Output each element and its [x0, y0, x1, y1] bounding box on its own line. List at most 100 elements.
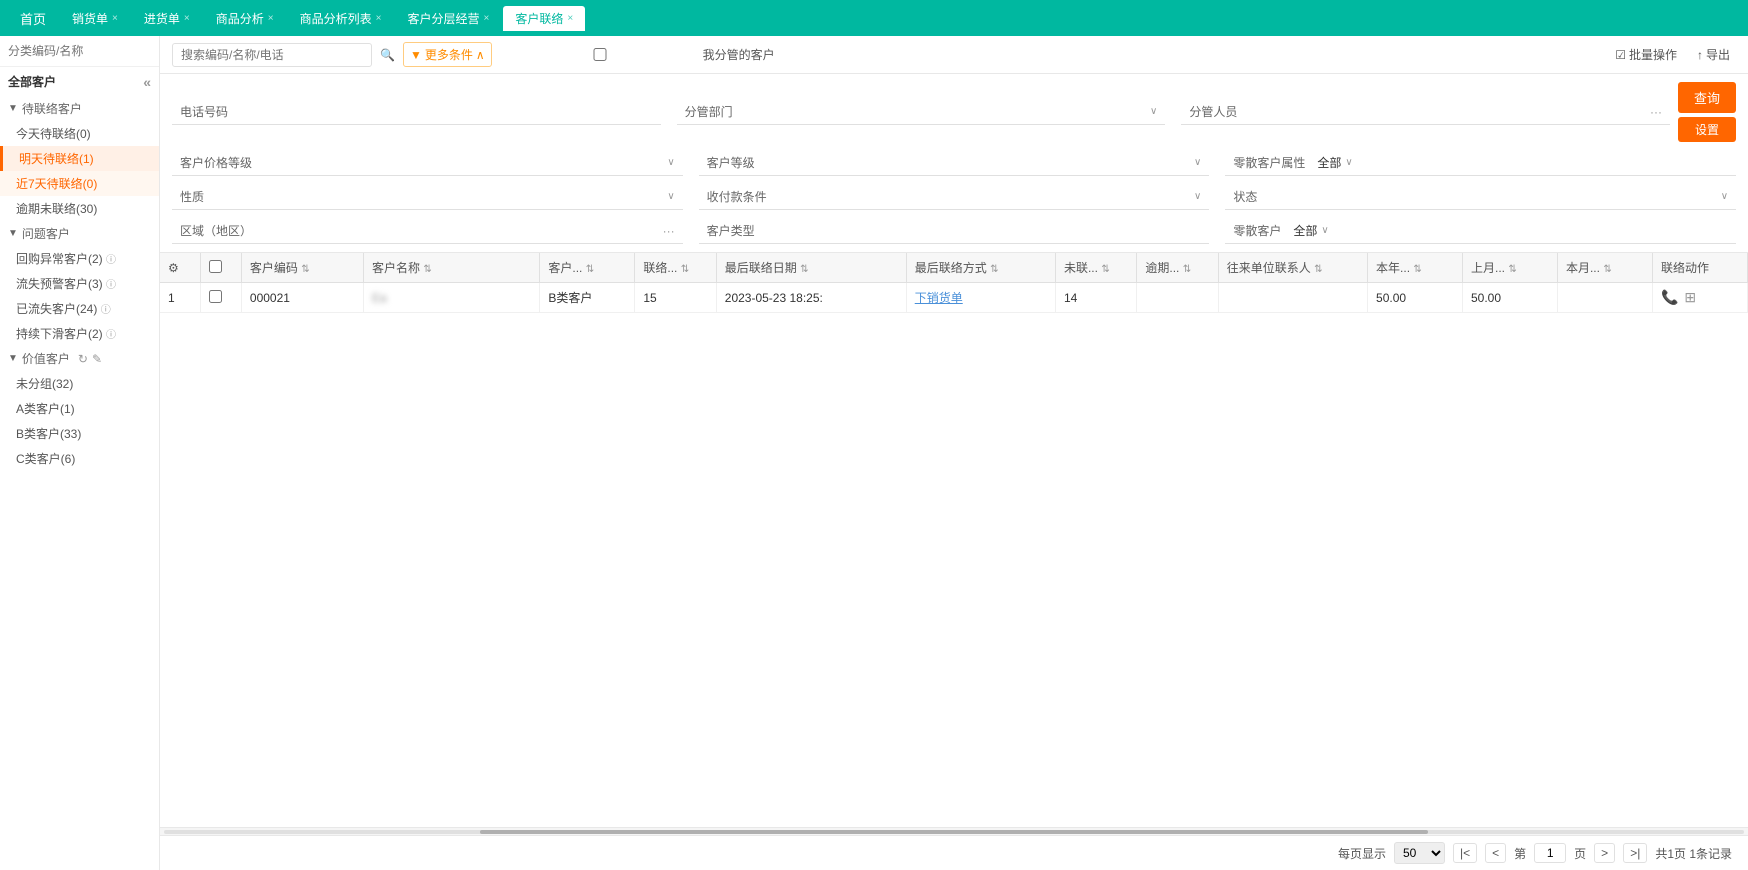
nav-product-analysis[interactable]: 商品分析 ×: [204, 6, 286, 31]
close-icon[interactable]: ×: [567, 13, 573, 24]
sidebar-group-pending[interactable]: ▼ 待联络客户: [0, 96, 159, 121]
scrollbar-track[interactable]: [164, 830, 1744, 834]
close-icon[interactable]: ×: [268, 13, 274, 24]
prev-page-btn[interactable]: <: [1485, 843, 1506, 863]
edit-icon[interactable]: ✎: [92, 352, 102, 366]
th-contact-person[interactable]: 往来单位联系人 ⇅: [1218, 253, 1367, 283]
info-icon: ⓘ: [106, 255, 116, 266]
close-icon[interactable]: ×: [376, 13, 382, 24]
sidebar-item-7days[interactable]: 近7天待联络(0): [0, 171, 159, 196]
my-customers-check[interactable]: [500, 48, 700, 61]
search-input[interactable]: [172, 43, 372, 67]
filter-dept[interactable]: 分管部门 ∨: [677, 99, 1166, 125]
sidebar-item-overdue[interactable]: 逾期未联络(30): [0, 196, 159, 221]
sidebar-item-declining[interactable]: 持续下滑客户(2) ⓘ: [0, 321, 159, 346]
close-icon[interactable]: ×: [184, 13, 190, 24]
next-page-btn[interactable]: >: [1594, 843, 1615, 863]
batch-icon: ☑: [1615, 48, 1626, 62]
th-checkbox[interactable]: [201, 253, 242, 283]
filter-retail-customer[interactable]: 零散客户 全部 ∨: [1225, 218, 1736, 244]
sidebar: 🔍 全部客户 « ▼ 待联络客户 今天待联络(0) 明天待联络(1) 近7天待联…: [0, 36, 160, 870]
more-conditions-btn[interactable]: ▼ 更多条件 ∧: [403, 42, 492, 67]
th-uncontacted[interactable]: 未联... ⇅: [1055, 253, 1136, 283]
close-icon[interactable]: ×: [483, 13, 489, 24]
nav-product-analysis-list[interactable]: 商品分析列表 ×: [288, 6, 394, 31]
th-overdue[interactable]: 逾期... ⇅: [1137, 253, 1218, 283]
td-last-method[interactable]: 下销货单: [906, 283, 1055, 313]
sidebar-item-churned[interactable]: 已流失客户(24) ⓘ: [0, 296, 159, 321]
first-page-btn[interactable]: |<: [1453, 843, 1477, 863]
sidebar-item-churn-warning[interactable]: 流失预警客户(3) ⓘ: [0, 271, 159, 296]
sidebar-group-problem[interactable]: ▼ 问题客户: [0, 221, 159, 246]
search-btn[interactable]: 🔍: [380, 48, 395, 62]
sort-icon: ⇅: [800, 264, 808, 275]
filter-retail-attr[interactable]: 零散客户属性 全部 ∨: [1225, 150, 1736, 176]
th-code[interactable]: 客户编码 ⇅: [241, 253, 363, 283]
th-year-amount[interactable]: 本年... ⇅: [1368, 253, 1463, 283]
sidebar-item-tomorrow[interactable]: 明天待联络(1): [0, 146, 159, 171]
last-page-btn[interactable]: >|: [1623, 843, 1647, 863]
th-contacts[interactable]: 联络... ⇅: [635, 253, 716, 283]
sidebar-item-ungrouped[interactable]: 未分组(32): [0, 371, 159, 396]
more-icon[interactable]: ···: [663, 224, 675, 238]
td-uncontacted: 14: [1055, 283, 1136, 313]
nav-home[interactable]: 首页: [8, 5, 58, 32]
sidebar-item-c-class[interactable]: C类客户(6): [0, 446, 159, 471]
td-type: B类客户: [540, 283, 635, 313]
scrollbar-thumb[interactable]: [480, 830, 1428, 834]
th-last-method[interactable]: 最后联络方式 ⇅: [906, 253, 1055, 283]
grid-icon[interactable]: ⊞: [1684, 289, 1696, 306]
nav-customer-contact[interactable]: 客户联络 ×: [503, 6, 585, 31]
page-input[interactable]: [1534, 843, 1566, 863]
td-last-date: 2023-05-23 18:25:: [716, 283, 906, 313]
nav-salesorder[interactable]: 销货单 ×: [60, 6, 130, 31]
td-checkbox[interactable]: [201, 283, 242, 313]
nav-customer-segmentation[interactable]: 客户分层经营 ×: [395, 6, 501, 31]
phone-icon[interactable]: 📞: [1661, 289, 1678, 306]
setting-button[interactable]: 设置: [1678, 117, 1736, 142]
th-last-date[interactable]: 最后联络日期 ⇅: [716, 253, 906, 283]
action-icons: 📞 ⊞: [1661, 289, 1739, 306]
filter-row-2: 客户价格等级 ∨ 客户等级 ∨ 零散客户属性 全部 ∨: [172, 150, 1736, 176]
sidebar-search-input[interactable]: [8, 44, 160, 58]
select-all-checkbox[interactable]: [209, 260, 222, 273]
last-method-link[interactable]: 下销货单: [915, 291, 963, 305]
horizontal-scrollbar[interactable]: [160, 827, 1748, 835]
td-actions: 📞 ⊞: [1652, 283, 1747, 313]
td-last-month: 50.00: [1463, 283, 1558, 313]
nav-purchaseorder[interactable]: 进货单 ×: [132, 6, 202, 31]
filter-status[interactable]: 状态 ∨: [1225, 184, 1736, 210]
sidebar-all-customers[interactable]: 全部客户 «: [0, 67, 159, 96]
th-last-month[interactable]: 上月... ⇅: [1463, 253, 1558, 283]
more-icon[interactable]: ···: [1650, 105, 1662, 119]
th-settings[interactable]: ⚙: [160, 253, 201, 283]
th-this-month[interactable]: 本月... ⇅: [1557, 253, 1652, 283]
per-page-select[interactable]: 50 100 200: [1394, 842, 1445, 864]
sidebar-group-value[interactable]: ▼ 价值客户 ↻ ✎: [0, 346, 159, 371]
filter-payment-terms[interactable]: 收付款条件 ∨: [699, 184, 1210, 210]
batch-operation-btn[interactable]: ☑ 批量操作: [1609, 43, 1683, 66]
close-icon[interactable]: ×: [112, 13, 118, 24]
main-layout: 🔍 全部客户 « ▼ 待联络客户 今天待联络(0) 明天待联络(1) 近7天待联…: [0, 36, 1748, 870]
sort-icon: ⇅: [586, 264, 594, 275]
filter-nature[interactable]: 性质 ∨: [172, 184, 683, 210]
export-btn[interactable]: ↑ 导出: [1691, 43, 1736, 66]
td-code: 000021: [241, 283, 363, 313]
sidebar-item-repurchase-abnormal[interactable]: 回购异常客户(2) ⓘ: [0, 246, 159, 271]
sidebar-item-a-class[interactable]: A类客户(1): [0, 396, 159, 421]
filter-customer-level[interactable]: 客户等级 ∨: [699, 150, 1210, 176]
sort-icon: ⇅: [1508, 264, 1516, 275]
sort-icon: ⇅: [1314, 264, 1322, 275]
filter-region[interactable]: 区域（地区） ···: [172, 218, 683, 244]
filter-customer-type[interactable]: 客户类型: [699, 218, 1210, 244]
my-customers-checkbox[interactable]: 我分管的客户: [500, 46, 775, 63]
query-button[interactable]: 查询: [1678, 82, 1736, 113]
sidebar-item-b-class[interactable]: B类客户(33): [0, 421, 159, 446]
filter-price-level[interactable]: 客户价格等级 ∨: [172, 150, 683, 176]
row-checkbox[interactable]: [209, 290, 222, 303]
th-name[interactable]: 客户名称 ⇅: [364, 253, 540, 283]
sidebar-item-today[interactable]: 今天待联络(0): [0, 121, 159, 146]
refresh-icon[interactable]: ↻: [78, 352, 88, 366]
filter-manager[interactable]: 分管人员 ···: [1181, 99, 1670, 125]
th-type[interactable]: 客户... ⇅: [540, 253, 635, 283]
